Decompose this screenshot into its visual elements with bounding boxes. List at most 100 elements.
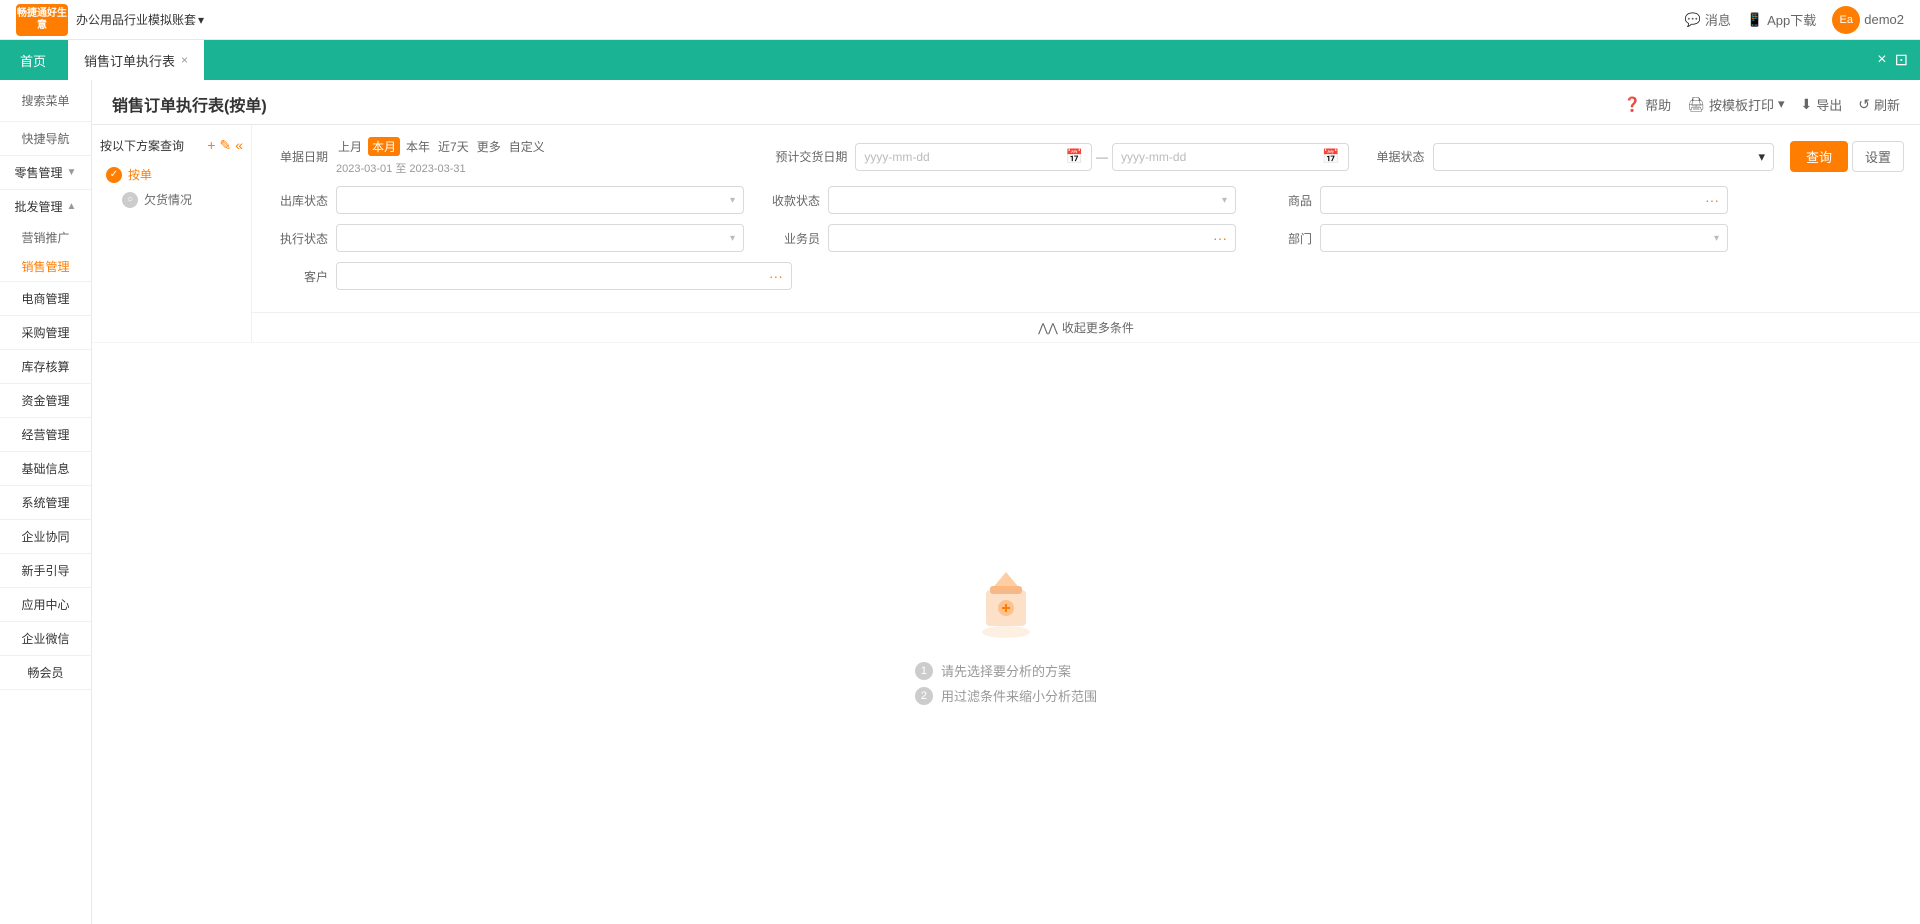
sidebar-section-enterprise-header[interactable]: 企业协同 xyxy=(0,520,91,553)
sidebar-search-label[interactable]: 搜索菜单 xyxy=(8,88,83,113)
help-btn[interactable]: ❓ 帮助 xyxy=(1624,95,1671,114)
salesperson-label: 业务员 xyxy=(760,230,820,247)
sidebar-section-retail-header[interactable]: 零售管理 ▼ xyxy=(0,156,91,189)
filter-row-1: 单据日期 上月 本月 本年 近7天 更多 自定义 20 xyxy=(268,137,1904,176)
filter-customer: 客户 ··· xyxy=(268,262,792,290)
collapse-scheme-btn[interactable]: « xyxy=(235,137,243,154)
sidebar-section-wholesale-header[interactable]: 批发管理 ▲ xyxy=(0,190,91,223)
scheme-order-icon: ✓ xyxy=(106,167,122,183)
sidebar-section-wechat-header[interactable]: 企业微信 xyxy=(0,622,91,655)
sidebar-section-newuser-header[interactable]: 新手引导 xyxy=(0,554,91,587)
print-icon: 🖨 xyxy=(1687,96,1705,113)
tab-home[interactable]: 首页 xyxy=(0,40,66,80)
sidebar-item-sales[interactable]: 销售管理 xyxy=(0,252,91,281)
goods-input[interactable]: ··· xyxy=(1320,186,1728,214)
tab-close-icon[interactable]: × xyxy=(181,53,188,67)
avatar-initials: Ea xyxy=(1840,14,1853,26)
query-btn[interactable]: 查询 xyxy=(1790,141,1848,172)
sidebar-section-newuser: 新手引导 xyxy=(0,554,91,588)
empty-svg-icon xyxy=(966,562,1046,642)
tab-label: 销售订单执行表 xyxy=(84,51,175,70)
edit-scheme-btn[interactable]: ✎ xyxy=(219,137,231,154)
filter-scheme: 按以下方案查询 + ✎ « ✓ 按单 ○ 欠货情况 xyxy=(92,125,252,342)
calendar-end-icon: 📅 xyxy=(1322,148,1339,165)
expected-date-label: 预计交货日期 xyxy=(775,148,847,165)
filter-panel: 按以下方案查询 + ✎ « ✓ 按单 ○ 欠货情况 xyxy=(92,125,1920,342)
sidebar-section-system-header[interactable]: 系统管理 xyxy=(0,486,91,519)
sidebar-section-finance-header[interactable]: 资金管理 xyxy=(0,384,91,417)
date-range-text: 2023-03-01 至 2023-03-31 xyxy=(336,160,759,176)
date-tab-custom[interactable]: 自定义 xyxy=(507,138,547,155)
customer-input[interactable]: ··· xyxy=(336,262,792,290)
receipt-status-label: 收款状态 xyxy=(760,192,820,209)
salesperson-input[interactable]: ··· xyxy=(828,224,1236,252)
sidebar-section-purchase-header[interactable]: 采购管理 xyxy=(0,316,91,349)
tab-restore-btn[interactable]: ⊡ xyxy=(1895,50,1908,70)
tab-close-window-btn[interactable]: × xyxy=(1877,51,1886,69)
sidebar-section-basic-header[interactable]: 基础信息 xyxy=(0,452,91,485)
sidebar-section-ops-label: 经营管理 xyxy=(21,426,69,443)
refresh-btn[interactable]: ↺ 刷新 xyxy=(1858,95,1900,114)
filter-dept: 部门 ▾ xyxy=(1252,224,1728,252)
customer-more-icon[interactable]: ··· xyxy=(769,268,783,284)
filter-form: 单据日期 上月 本月 本年 近7天 更多 自定义 20 xyxy=(252,125,1920,312)
dept-label: 部门 xyxy=(1252,230,1312,247)
sidebar-search[interactable]: 搜索菜单 xyxy=(0,80,91,122)
sidebar-item-marketing[interactable]: 营销推广 xyxy=(0,223,91,252)
exec-status-select[interactable]: ▾ xyxy=(336,224,744,252)
sidebar-section-member-header[interactable]: 畅会员 xyxy=(0,656,91,689)
delivery-status-select[interactable]: ▾ xyxy=(336,186,744,214)
salesperson-more-icon[interactable]: ··· xyxy=(1213,230,1227,246)
sidebar-section-ops-header[interactable]: 经营管理 xyxy=(0,418,91,451)
filter-row-4: 客户 ··· xyxy=(268,262,1904,290)
receipt-status-select[interactable]: ▾ xyxy=(828,186,1236,214)
delivery-chevron-icon: ▾ xyxy=(730,195,735,206)
goods-more-icon[interactable]: ··· xyxy=(1705,192,1719,208)
dept-select[interactable]: ▾ xyxy=(1320,224,1728,252)
add-scheme-btn[interactable]: + xyxy=(207,137,215,154)
sidebar-shortcut-nav[interactable]: 快捷导航 xyxy=(0,122,91,156)
settings-btn[interactable]: 设置 xyxy=(1852,141,1904,172)
scheme-item-shortage[interactable]: ○ 欠货情况 xyxy=(100,187,243,212)
sidebar-section-system-label: 系统管理 xyxy=(21,494,69,511)
user-name: demo2 xyxy=(1864,12,1904,27)
sidebar-section-inventory-header[interactable]: 库存核算 xyxy=(0,350,91,383)
export-btn[interactable]: ⬇ 导出 xyxy=(1801,95,1843,114)
main-layout: 搜索菜单 快捷导航 零售管理 ▼ 批发管理 ▲ 营销推广 销售管理 电商管理 xyxy=(0,80,1920,924)
page-title: 销售订单执行表(按单) xyxy=(112,92,267,116)
collapse-bar[interactable]: ⋀⋀ 收起更多条件 xyxy=(252,312,1920,342)
expected-date-end[interactable]: yyyy-mm-dd 📅 xyxy=(1112,143,1349,171)
filter-date: 单据日期 上月 本月 本年 近7天 更多 自定义 20 xyxy=(268,137,759,176)
tab-sales-order-exec[interactable]: 销售订单执行表 × xyxy=(68,40,204,80)
status-chevron-icon: ▾ xyxy=(1758,149,1765,165)
date-tab-thisyear[interactable]: 本年 xyxy=(404,138,432,155)
expected-date-start[interactable]: yyyy-mm-dd 📅 xyxy=(855,143,1092,171)
collapse-arrows-icon: ⋀⋀ xyxy=(1038,321,1058,335)
logo: 畅捷通好生意 xyxy=(16,4,68,36)
tabsbar: 首页 销售订单执行表 × × ⊡ xyxy=(0,40,1920,80)
filter-salesperson: 业务员 ··· xyxy=(760,224,1236,252)
app-download-btn[interactable]: 📱 App下载 xyxy=(1747,10,1816,29)
sidebar-section-finance-label: 资金管理 xyxy=(21,392,69,409)
empty-tip-1-text: 请先选择要分析的方案 xyxy=(941,661,1071,680)
status-select[interactable]: ▾ xyxy=(1433,143,1774,171)
empty-tip-2: 2 用过滤条件来缩小分析范围 xyxy=(915,686,1097,705)
user-profile[interactable]: Ea demo2 xyxy=(1832,6,1904,34)
date-tab-7days[interactable]: 近7天 xyxy=(436,138,471,155)
sidebar-section-ecom-header[interactable]: 电商管理 xyxy=(0,282,91,315)
query-action-buttons: 查询 设置 xyxy=(1790,137,1904,176)
sidebar-section-apps: 应用中心 xyxy=(0,588,91,622)
filter-scheme-header: 按以下方案查询 + ✎ « xyxy=(100,137,243,154)
topbar: 畅捷通好生意 办公用品行业模拟账套 ▾ 💬 消息 📱 App下载 Ea demo… xyxy=(0,0,1920,40)
app-name-dropdown[interactable]: 办公用品行业模拟账套 ▾ xyxy=(76,11,204,28)
sidebar-section-apps-header[interactable]: 应用中心 xyxy=(0,588,91,621)
content-area: 销售订单执行表(按单) ❓ 帮助 🖨 按模板打印 ▾ ⬇ 导出 ↺ 刷新 xyxy=(92,80,1920,924)
scheme-item-by-order[interactable]: ✓ 按单 xyxy=(100,162,243,187)
sidebar-section-wechat-label: 企业微信 xyxy=(21,630,69,647)
sidebar-shortcut-label[interactable]: 快捷导航 xyxy=(0,126,91,151)
date-tab-thismonth[interactable]: 本月 xyxy=(368,137,400,156)
date-tab-more[interactable]: 更多 xyxy=(475,138,503,155)
date-tab-lastmonth[interactable]: 上月 xyxy=(336,138,364,155)
message-btn[interactable]: 💬 消息 xyxy=(1685,10,1731,29)
print-btn[interactable]: 🖨 按模板打印 ▾ xyxy=(1687,95,1784,114)
